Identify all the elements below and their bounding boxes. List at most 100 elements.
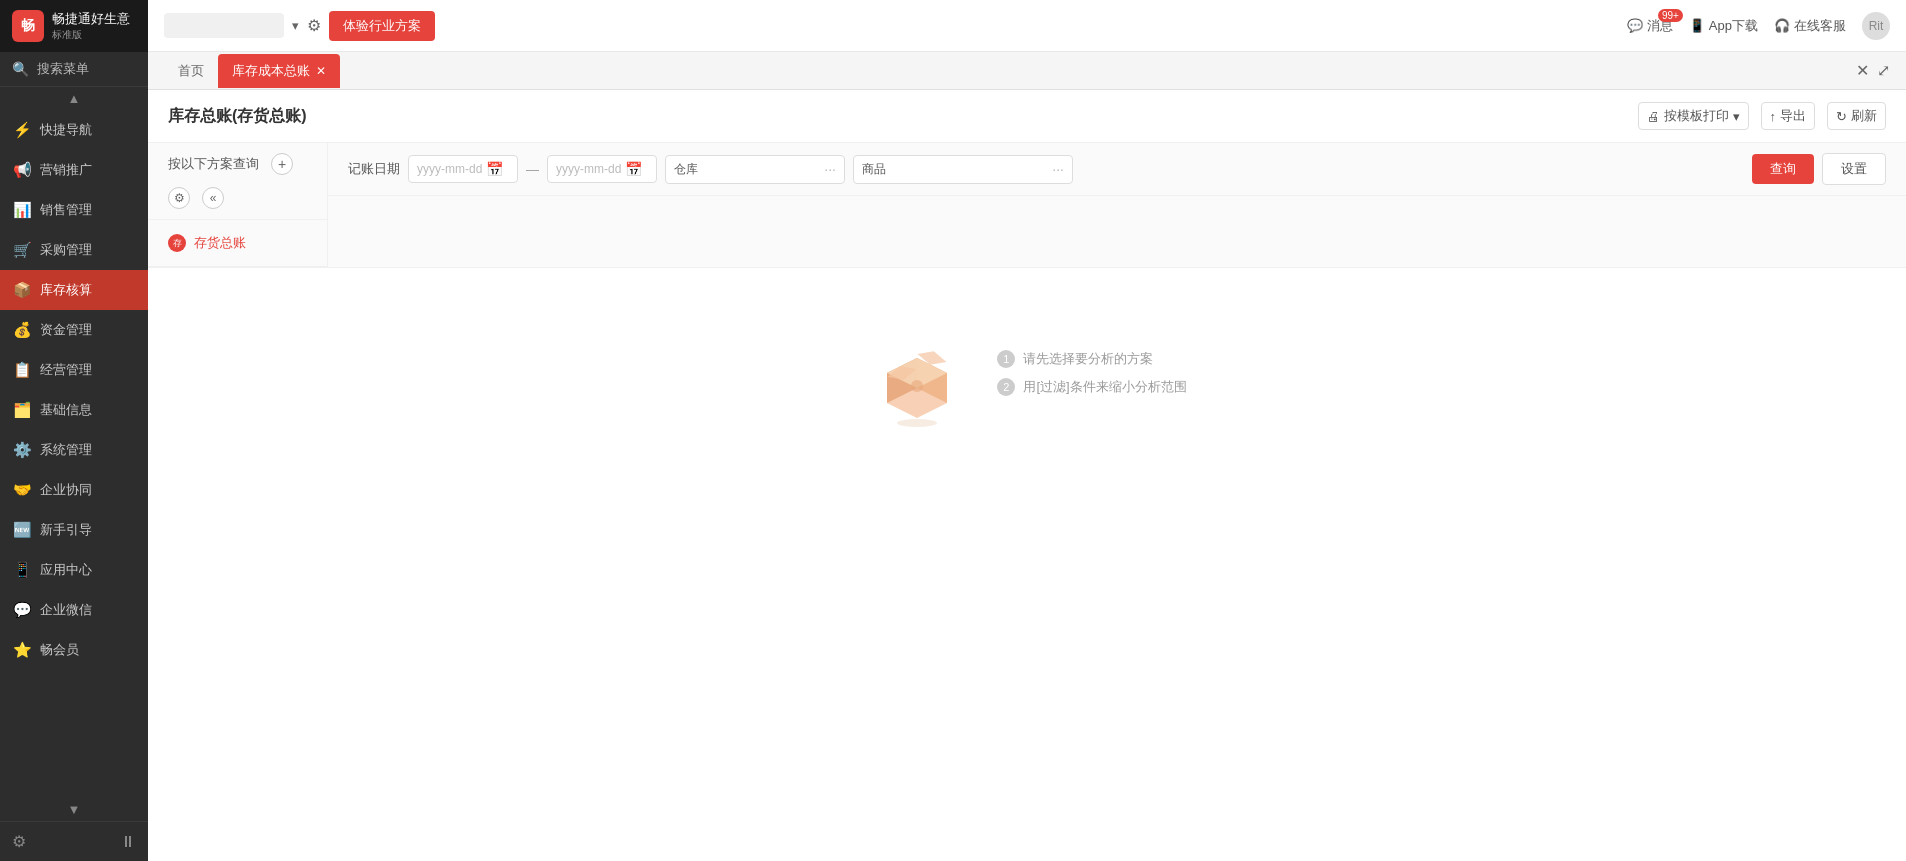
system-icon: ⚙️ [12, 441, 32, 459]
sidebar-item-coop[interactable]: 🤝 企业协同 [0, 470, 148, 510]
sidebar-search[interactable]: 🔍 搜索菜单 [0, 52, 148, 87]
tip-2: 2 用[过滤]条件来缩小分析范围 [997, 378, 1186, 396]
refresh-btn[interactable]: ↻ 刷新 [1827, 102, 1886, 130]
apps-icon: 📱 [12, 561, 32, 579]
sidebar-item-quick-nav[interactable]: ⚡ 快捷导航 [0, 110, 148, 150]
scheme-item-inventory[interactable]: 存 存货总账 [148, 228, 327, 258]
calendar-end-icon[interactable]: 📅 [625, 161, 642, 177]
calendar-start-icon[interactable]: 📅 [486, 161, 503, 177]
filter-add-btn[interactable]: + [271, 153, 293, 175]
top-header: ▾ ⚙ 体验行业方案 💬 消息 99+ 📱 App下载 🎧 在线客服 Rit [148, 0, 1906, 52]
print-template-btn[interactable]: 🖨 按模板打印 ▾ [1638, 102, 1749, 130]
page-content: 库存总账(存货总账) 🖨 按模板打印 ▾ ↑ 导出 ↻ 刷新 [148, 90, 1906, 861]
inventory-icon: 📦 [12, 281, 32, 299]
empty-inner: 1 请先选择要分析的方案 2 用[过滤]条件来缩小分析范围 [867, 328, 1186, 428]
date-label: 记账日期 [348, 160, 400, 178]
warehouse-input[interactable]: 仓库 ··· [665, 155, 845, 184]
headset-icon: 🎧 [1774, 18, 1790, 33]
basic-icon: 🗂️ [12, 401, 32, 419]
query-form-area: 记账日期 yyyy-mm-dd 📅 — yyyy-mm-dd 📅 仓库 ··· [328, 143, 1906, 267]
sidebar-logo: 畅 畅捷通好生意 标准版 [0, 0, 148, 52]
sidebar-item-sales[interactable]: 📊 销售管理 [0, 190, 148, 230]
tab-inventory-cost[interactable]: 库存成本总账 ✕ [218, 54, 340, 88]
sidebar-item-system[interactable]: ⚙️ 系统管理 [0, 430, 148, 470]
goods-more-icon[interactable]: ··· [1052, 161, 1064, 177]
sidebar-item-marketing[interactable]: 📢 营销推广 [0, 150, 148, 190]
filter-bar: 按以下方案查询 + ⚙ « [148, 143, 327, 220]
audio-footer-icon[interactable]: ⏸ [120, 833, 136, 851]
date-end-input[interactable]: yyyy-mm-dd 📅 [547, 155, 657, 183]
empty-illustration [867, 328, 967, 428]
sidebar-item-member[interactable]: ⭐ 畅会员 [0, 630, 148, 670]
app-logo-icon: 畅 [12, 10, 44, 42]
chevron-down-icon[interactable]: ▾ [292, 18, 299, 33]
svg-point-7 [897, 419, 937, 427]
scroll-down-btn[interactable]: ▼ [0, 798, 148, 821]
query-btn[interactable]: 查询 [1752, 154, 1814, 184]
marketing-icon: 📢 [12, 161, 32, 179]
app-logo-text: 畅捷通好生意 标准版 [52, 10, 130, 42]
finance-icon: 💰 [12, 321, 32, 339]
settings-btn[interactable]: 设置 [1822, 153, 1886, 185]
date-start-input[interactable]: yyyy-mm-dd 📅 [408, 155, 518, 183]
scheme-list: 存 存货总账 [148, 220, 327, 267]
member-icon: ⭐ [12, 641, 32, 659]
empty-tips: 1 请先选择要分析的方案 2 用[过滤]条件来缩小分析范围 [997, 350, 1186, 406]
filter-label: 按以下方案查询 [168, 155, 259, 173]
query-form: 记账日期 yyyy-mm-dd 📅 — yyyy-mm-dd 📅 仓库 ··· [328, 143, 1906, 196]
sidebar-item-wechat[interactable]: 💬 企业微信 [0, 590, 148, 630]
tab-home[interactable]: 首页 [164, 54, 218, 88]
tab-close-icon[interactable]: ✕ [316, 64, 326, 78]
tip-1: 1 请先选择要分析的方案 [997, 350, 1186, 368]
online-service-btn[interactable]: 🎧 在线客服 [1774, 17, 1846, 35]
app-download-btn[interactable]: 📱 App下载 [1689, 17, 1758, 35]
scroll-up-btn[interactable]: ▲ [0, 87, 148, 110]
sidebar-item-guide[interactable]: 🆕 新手引导 [0, 510, 148, 550]
user-avatar[interactable]: Rit [1862, 12, 1890, 40]
settings-header-icon[interactable]: ⚙ [307, 16, 321, 35]
page-title: 库存总账(存货总账) [168, 106, 307, 127]
tab-bar: 首页 库存成本总账 ✕ ✕ ⤢ [148, 52, 1906, 90]
empty-state: 1 请先选择要分析的方案 2 用[过滤]条件来缩小分析范围 [148, 268, 1906, 488]
sidebar-item-apps[interactable]: 📱 应用中心 [0, 550, 148, 590]
refresh-icon: ↻ [1836, 109, 1847, 124]
export-btn[interactable]: ↑ 导出 [1761, 102, 1816, 130]
guide-icon: 🆕 [12, 521, 32, 539]
svg-point-6 [911, 380, 923, 392]
search-icon: 🔍 [12, 61, 29, 77]
sales-icon: 📊 [12, 201, 32, 219]
settings-footer-icon[interactable]: ⚙ [12, 832, 26, 851]
wechat-icon: 💬 [12, 601, 32, 619]
scheme-icon: 存 [168, 234, 186, 252]
main-content: ▾ ⚙ 体验行业方案 💬 消息 99+ 📱 App下载 🎧 在线客服 Rit [148, 0, 1906, 861]
page-header-actions: 🖨 按模板打印 ▾ ↑ 导出 ↻ 刷新 [1638, 102, 1887, 130]
sidebar-item-operations[interactable]: 📋 经营管理 [0, 350, 148, 390]
coop-icon: 🤝 [12, 481, 32, 499]
print-icon: 🖨 [1647, 109, 1660, 124]
filter-section: 按以下方案查询 + ⚙ « 存 存货总账 记账日期 [148, 143, 1906, 268]
panel-close-icon[interactable]: ✕ [1856, 61, 1869, 80]
sidebar: 畅 畅捷通好生意 标准版 🔍 搜索菜单 ▲ ⚡ 快捷导航 📢 营销推广 📊 销售… [0, 0, 148, 861]
sidebar-item-purchase[interactable]: 🛒 采购管理 [0, 230, 148, 270]
sidebar-item-inventory[interactable]: 📦 库存核算 [0, 270, 148, 310]
goods-input[interactable]: 商品 ··· [853, 155, 1073, 184]
message-icon: 💬 [1627, 18, 1643, 33]
message-btn[interactable]: 💬 消息 99+ [1627, 17, 1673, 35]
warehouse-more-icon[interactable]: ··· [824, 161, 836, 177]
app-download-icon: 📱 [1689, 18, 1705, 33]
sidebar-footer: ⚙ ⏸ [0, 821, 148, 861]
breadcrumb-search [164, 13, 284, 38]
sidebar-item-finance[interactable]: 💰 资金管理 [0, 310, 148, 350]
date-separator: — [526, 162, 539, 177]
dropdown-icon: ▾ [1733, 109, 1740, 124]
panel-expand-icon[interactable]: ⤢ [1877, 61, 1890, 80]
export-icon: ↑ [1770, 109, 1777, 124]
message-badge: 99+ [1658, 9, 1683, 22]
sidebar-nav: ⚡ 快捷导航 📢 营销推广 📊 销售管理 🛒 采购管理 📦 库存核算 💰 资金管… [0, 110, 148, 798]
header-right: 💬 消息 99+ 📱 App下载 🎧 在线客服 Rit [1627, 12, 1890, 40]
sidebar-item-basic[interactable]: 🗂️ 基础信息 [0, 390, 148, 430]
filter-collapse-btn[interactable]: « [202, 187, 224, 209]
filter-settings-btn[interactable]: ⚙ [168, 187, 190, 209]
industry-solution-btn[interactable]: 体验行业方案 [329, 11, 435, 41]
operations-icon: 📋 [12, 361, 32, 379]
